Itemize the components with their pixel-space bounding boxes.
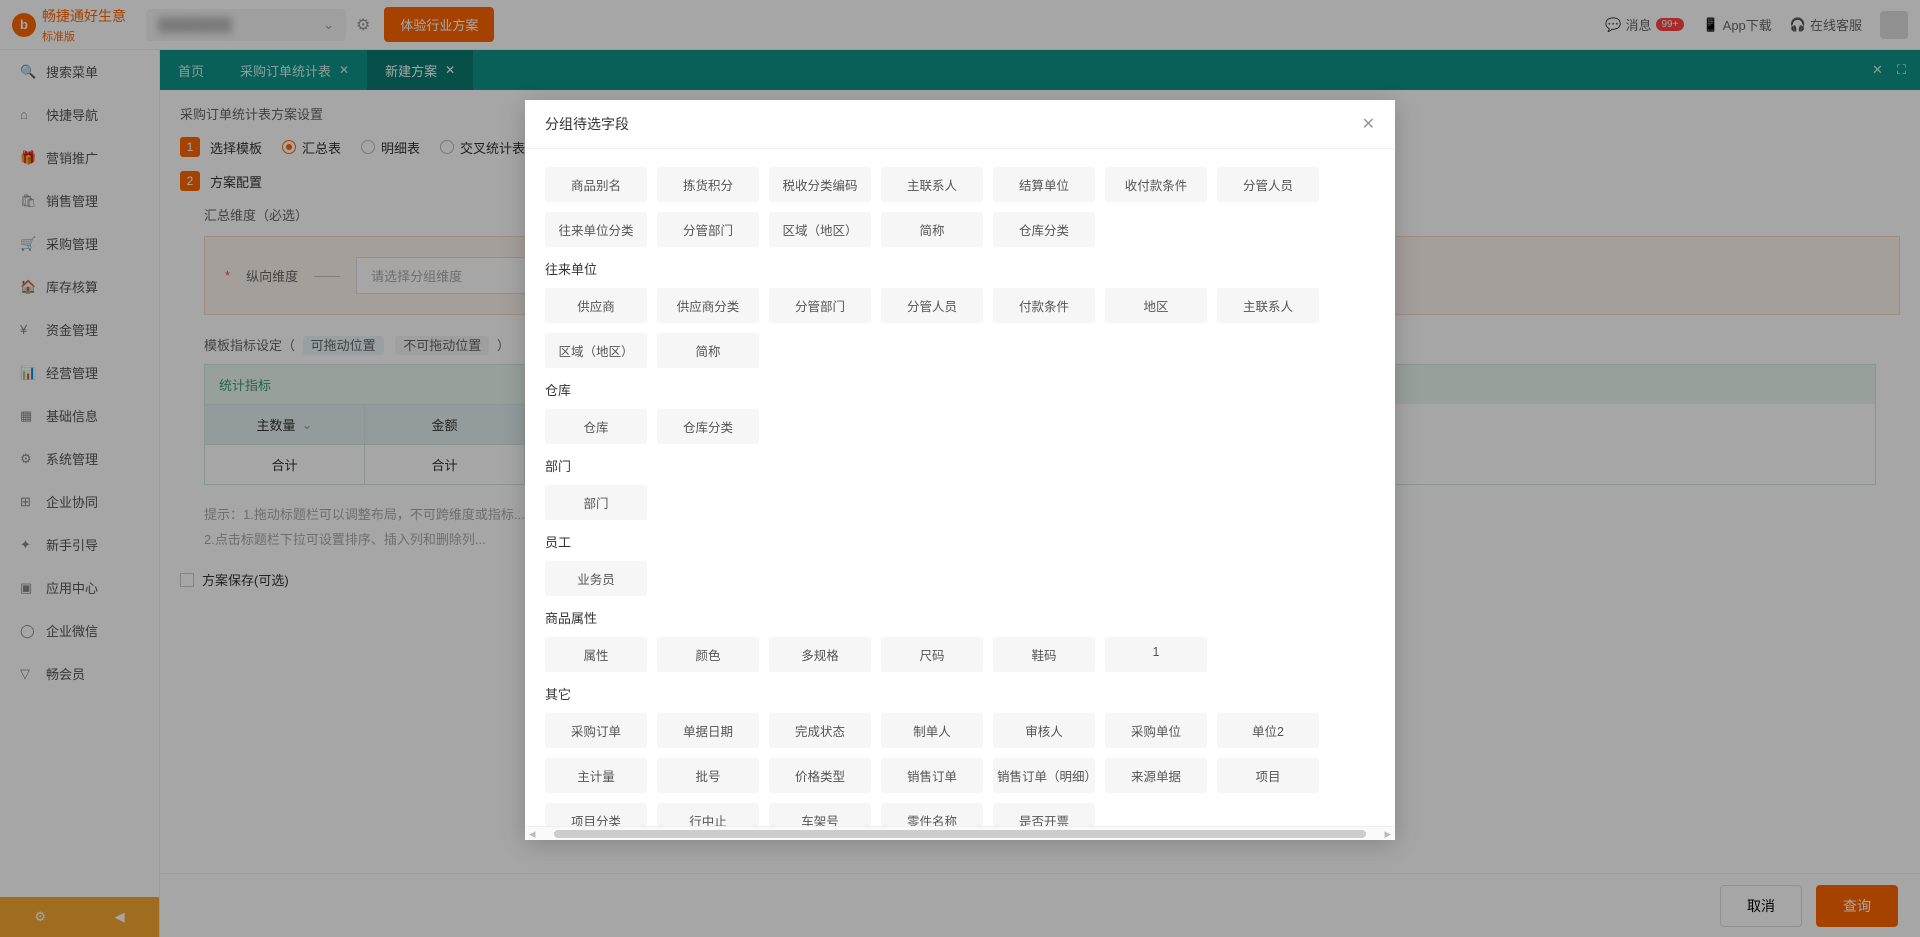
- field-chip[interactable]: 主计量: [545, 758, 647, 793]
- chip-row: 部门: [545, 485, 1375, 520]
- field-chip[interactable]: 分管部门: [657, 212, 759, 247]
- chip-row: 商品别名拣货积分税收分类编码主联系人结算单位收付款条件分管人员往来单位分类分管部…: [545, 167, 1375, 247]
- field-group-3: 部门部门: [545, 456, 1375, 520]
- field-chip[interactable]: 主联系人: [881, 167, 983, 202]
- chip-row: 业务员: [545, 561, 1375, 596]
- field-chip[interactable]: 分管人员: [1217, 167, 1319, 202]
- modal-close-icon[interactable]: ✕: [1362, 114, 1375, 134]
- field-chip[interactable]: 地区: [1105, 288, 1207, 323]
- field-chip[interactable]: 单位2: [1217, 713, 1319, 748]
- chip-row: 采购订单单据日期完成状态制单人审核人采购单位单位2 主计量批号价格类型销售订单销售…: [545, 713, 1375, 826]
- field-chip[interactable]: 零件名称: [881, 803, 983, 826]
- field-group-5: 商品属性属性颜色多规格尺码鞋码 1: [545, 608, 1375, 672]
- field-chip[interactable]: 仓库: [545, 409, 647, 444]
- field-group-2: 仓库仓库仓库分类: [545, 380, 1375, 444]
- group-title: 商品属性: [545, 608, 1375, 627]
- field-group-0: 商品别名拣货积分税收分类编码主联系人结算单位收付款条件分管人员往来单位分类分管部…: [545, 167, 1375, 247]
- field-chip[interactable]: 主联系人: [1217, 288, 1319, 323]
- modal-body: 商品别名拣货积分税收分类编码主联系人结算单位收付款条件分管人员往来单位分类分管部…: [525, 149, 1395, 826]
- field-chip[interactable]: 商品别名: [545, 167, 647, 202]
- modal-header: 分组待选字段 ✕: [525, 100, 1395, 149]
- field-chip[interactable]: 批号: [657, 758, 759, 793]
- group-title: 往来单位: [545, 259, 1375, 278]
- modal-title: 分组待选字段: [545, 114, 629, 134]
- field-selector-modal: 分组待选字段 ✕ 商品别名拣货积分税收分类编码主联系人结算单位收付款条件分管人员…: [525, 100, 1395, 840]
- group-title: 仓库: [545, 380, 1375, 399]
- field-chip[interactable]: 税收分类编码: [769, 167, 871, 202]
- field-chip[interactable]: 供应商: [545, 288, 647, 323]
- field-chip[interactable]: 简称: [881, 212, 983, 247]
- field-chip[interactable]: 项目: [1217, 758, 1319, 793]
- field-chip[interactable]: 往来单位分类: [545, 212, 647, 247]
- field-chip[interactable]: 价格类型: [769, 758, 871, 793]
- field-chip[interactable]: 完成状态: [769, 713, 871, 748]
- field-chip[interactable]: 制单人: [881, 713, 983, 748]
- field-group-1: 往来单位供应商供应商分类分管部门分管人员付款条件地区主联系人区域（地区） 简称: [545, 259, 1375, 368]
- field-chip[interactable]: 销售订单: [881, 758, 983, 793]
- field-chip[interactable]: 仓库分类: [657, 409, 759, 444]
- field-chip[interactable]: 1: [1105, 637, 1207, 672]
- field-chip[interactable]: 简称: [657, 333, 759, 368]
- field-chip[interactable]: 收付款条件: [1105, 167, 1207, 202]
- field-chip[interactable]: 车架号: [769, 803, 871, 826]
- chip-row: 仓库仓库分类: [545, 409, 1375, 444]
- field-chip[interactable]: 拣货积分: [657, 167, 759, 202]
- field-chip[interactable]: 颜色: [657, 637, 759, 672]
- field-chip[interactable]: 部门: [545, 485, 647, 520]
- scroll-thumb[interactable]: [554, 830, 1367, 838]
- group-title: 其它: [545, 684, 1375, 703]
- field-chip[interactable]: 区域（地区）: [769, 212, 871, 247]
- field-chip[interactable]: 审核人: [993, 713, 1095, 748]
- field-chip[interactable]: 付款条件: [993, 288, 1095, 323]
- field-chip[interactable]: 采购订单: [545, 713, 647, 748]
- field-chip[interactable]: 行中止: [657, 803, 759, 826]
- chip-row: 属性颜色多规格尺码鞋码 1: [545, 637, 1375, 672]
- field-chip[interactable]: 结算单位: [993, 167, 1095, 202]
- field-chip[interactable]: 多规格: [769, 637, 871, 672]
- modal-overlay[interactable]: 分组待选字段 ✕ 商品别名拣货积分税收分类编码主联系人结算单位收付款条件分管人员…: [0, 0, 1920, 937]
- field-chip[interactable]: 业务员: [545, 561, 647, 596]
- field-chip[interactable]: 仓库分类: [993, 212, 1095, 247]
- field-chip[interactable]: 分管人员: [881, 288, 983, 323]
- field-chip[interactable]: 尺码: [881, 637, 983, 672]
- field-chip[interactable]: 供应商分类: [657, 288, 759, 323]
- field-group-6: 其它采购订单单据日期完成状态制单人审核人采购单位单位2主计量批号价格类型销售订单…: [545, 684, 1375, 826]
- field-chip[interactable]: 是否开票: [993, 803, 1095, 826]
- field-chip[interactable]: 销售订单（明细）: [993, 758, 1095, 793]
- field-chip[interactable]: 采购单位: [1105, 713, 1207, 748]
- modal-h-scrollbar[interactable]: ◂ ▸: [525, 826, 1395, 840]
- field-chip[interactable]: 鞋码: [993, 637, 1095, 672]
- field-chip[interactable]: 分管部门: [769, 288, 871, 323]
- field-chip[interactable]: 项目分类: [545, 803, 647, 826]
- chip-row: 供应商供应商分类分管部门分管人员付款条件地区主联系人区域（地区） 简称: [545, 288, 1375, 368]
- field-chip[interactable]: 属性: [545, 637, 647, 672]
- field-chip[interactable]: 区域（地区）: [545, 333, 647, 368]
- field-chip[interactable]: 来源单据: [1105, 758, 1207, 793]
- group-title: 员工: [545, 532, 1375, 551]
- group-title: 部门: [545, 456, 1375, 475]
- field-group-4: 员工业务员: [545, 532, 1375, 596]
- field-chip[interactable]: 单据日期: [657, 713, 759, 748]
